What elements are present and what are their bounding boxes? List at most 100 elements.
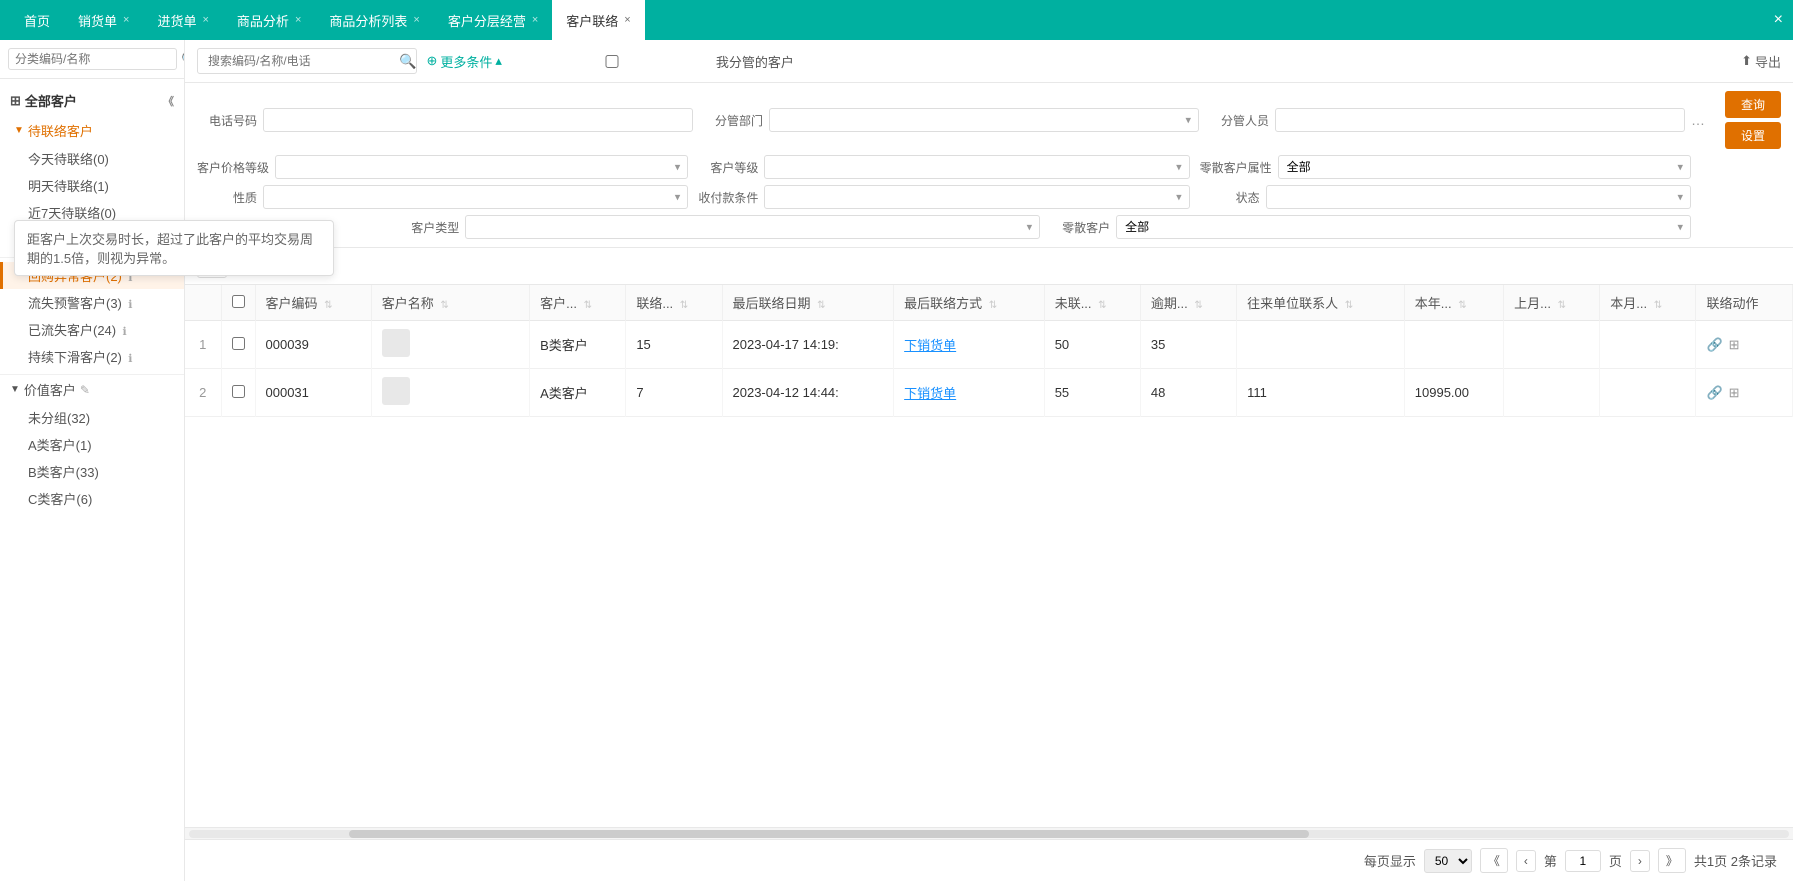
sidebar-contact-group-header[interactable]: ▼ 待联络客户 <box>0 116 184 145</box>
page-size-select[interactable]: 50 <box>1424 849 1472 873</box>
row-1-check[interactable] <box>232 337 245 350</box>
price-grade-select[interactable] <box>275 155 688 179</box>
row-1-grid-icon[interactable]: ⊞ <box>1729 337 1740 353</box>
row-1-link-icon[interactable]: 🔗 <box>1706 337 1722 353</box>
gender-label: 性质 <box>197 189 257 206</box>
sidebar-item-ungrouped[interactable]: 未分组(32) <box>0 404 184 431</box>
sidebar-item-class-c[interactable]: C类客户(6) <box>0 485 184 512</box>
row-2-grid-icon[interactable]: ⊞ <box>1729 385 1740 401</box>
sidebar-item-class-a[interactable]: A类客户(1) <box>0 431 184 458</box>
col-this-year-label: 本年... <box>1415 296 1452 311</box>
customer-type-select[interactable] <box>465 215 1040 239</box>
row-1-overdue: 35 <box>1140 321 1236 369</box>
col-type[interactable]: 客户... ⇅ <box>530 285 626 321</box>
scrollbar-thumb[interactable] <box>349 830 1309 838</box>
sidebar-item-churn-warning[interactable]: 流失预警客户(3) ℹ <box>0 289 184 316</box>
row-2-checkbox[interactable] <box>221 369 255 417</box>
payment-label: 收付款条件 <box>698 189 758 206</box>
settings-button[interactable]: 设置 <box>1725 122 1781 149</box>
sidebar-item-tomorrow[interactable]: 明天待联络(1) <box>0 172 184 199</box>
row-2-last-method[interactable]: 下销货单 <box>894 369 1045 417</box>
edit-icon[interactable]: ✎ <box>80 383 90 397</box>
table-toolbar: ⚙ <box>185 248 1793 285</box>
retail-customer-select[interactable]: 全部 <box>1116 215 1691 239</box>
col-last-date[interactable]: 最后联络日期 ⇅ <box>722 285 894 321</box>
row-2-last-method-link[interactable]: 下销货单 <box>904 386 956 401</box>
col-this-month[interactable]: 本月... ⇅ <box>1600 285 1696 321</box>
close-all-tabs[interactable]: × <box>1774 11 1783 29</box>
nav-customer-contact[interactable]: 客户联络 × <box>552 0 644 40</box>
col-not-contact[interactable]: 未联... ⇅ <box>1044 285 1140 321</box>
search-button[interactable]: 🔍 <box>399 53 416 70</box>
sidebar-value-group-header[interactable]: ▼ 价值客户 ✎ <box>0 374 184 404</box>
col-name[interactable]: 客户名称 ⇅ <box>371 285 529 321</box>
col-overdue[interactable]: 逾期... ⇅ <box>1140 285 1236 321</box>
sidebar-item-declining[interactable]: 持续下滑客户(2) ℹ <box>0 343 184 370</box>
filter-dept: 分管部门 <box>703 108 1199 132</box>
more-filter-button[interactable]: ⊕ 更多条件 ▴ <box>426 52 501 71</box>
select-all-checkbox[interactable] <box>232 295 245 308</box>
last-page-button[interactable]: 》 <box>1658 848 1686 873</box>
sidebar-item-churned[interactable]: 已流失客户(24) ℹ <box>0 316 184 343</box>
scrollbar-track[interactable] <box>189 830 1789 838</box>
row-1-last-month <box>1504 321 1600 369</box>
close-customer-contact-tab[interactable]: × <box>624 14 630 26</box>
query-button[interactable]: 查询 <box>1725 91 1781 118</box>
col-last-month[interactable]: 上月... ⇅ <box>1504 285 1600 321</box>
row-1-type: B类客户 <box>530 321 626 369</box>
col-contact[interactable]: 联络... ⇅ <box>626 285 722 321</box>
nav-purchase[interactable]: 进货单 × <box>143 0 222 40</box>
bottom-scrollbar[interactable] <box>185 827 1793 839</box>
dept-select[interactable] <box>769 108 1199 132</box>
row-2-link-icon[interactable]: 🔗 <box>1706 385 1722 401</box>
my-customer-checkbox[interactable] <box>512 55 712 68</box>
close-purchase-tab[interactable]: × <box>202 14 208 26</box>
row-1-last-method[interactable]: 下销货单 <box>894 321 1045 369</box>
next-page-button[interactable]: › <box>1630 850 1650 872</box>
search-input[interactable] <box>197 48 417 74</box>
customer-grade-select[interactable] <box>764 155 1189 179</box>
row-1-action: 🔗 ⊞ <box>1696 321 1793 369</box>
sort-type-icon: ⇅ <box>584 300 592 311</box>
gender-select[interactable] <box>263 185 688 209</box>
person-ellipsis-button[interactable]: … <box>1691 112 1705 128</box>
sidebar-search-input[interactable] <box>8 48 177 70</box>
col-contact-person[interactable]: 往来单位联系人 ⇅ <box>1237 285 1405 321</box>
data-table[interactable]: 客户编码 ⇅ 客户名称 ⇅ 客户... ⇅ <box>185 285 1793 827</box>
export-button[interactable]: ⬆ 导出 <box>1741 52 1781 71</box>
close-product-analysis-tab[interactable]: × <box>295 14 301 26</box>
sidebar-item-class-b[interactable]: B类客户(33) <box>0 458 184 485</box>
sidebar-all-customers[interactable]: ⊞ 全部客户 《 <box>0 85 184 116</box>
payment-select[interactable] <box>764 185 1189 209</box>
row-2-contact-person: 111 <box>1237 369 1405 417</box>
person-input[interactable] <box>1275 108 1685 132</box>
prev-page-button[interactable]: ‹ <box>1516 850 1536 872</box>
col-last-method[interactable]: 最后联络方式 ⇅ <box>894 285 1045 321</box>
nav-product-list[interactable]: 商品分析列表 × <box>315 0 433 40</box>
row-1-action-icons: 🔗 ⊞ <box>1706 337 1782 353</box>
retail-customer-label: 零散客户 <box>1050 219 1110 236</box>
close-product-list-tab[interactable]: × <box>413 14 419 26</box>
nav-customer-tier[interactable]: 客户分层经营 × <box>434 0 552 40</box>
sidebar-item-today[interactable]: 今天待联络(0) <box>0 145 184 172</box>
row-1-last-method-link[interactable]: 下销货单 <box>904 338 956 353</box>
nav-sales[interactable]: 销货单 × <box>64 0 143 40</box>
first-page-button[interactable]: 《 <box>1480 848 1508 873</box>
close-sales-tab[interactable]: × <box>123 14 129 26</box>
row-1-checkbox[interactable] <box>221 321 255 369</box>
col-code[interactable]: 客户编码 ⇅ <box>255 285 371 321</box>
col-this-year[interactable]: 本年... ⇅ <box>1404 285 1503 321</box>
status-select[interactable] <box>1266 185 1691 209</box>
retail-attr-select[interactable]: 全部 <box>1278 155 1691 179</box>
phone-input[interactable] <box>263 108 693 132</box>
nav-product-analysis[interactable]: 商品分析 × <box>223 0 315 40</box>
nav-home[interactable]: 首页 <box>10 0 64 40</box>
my-customer-checkbox-label[interactable]: 我分管的客户 <box>512 52 794 71</box>
page-input[interactable] <box>1565 850 1601 872</box>
close-customer-tier-tab[interactable]: × <box>532 14 538 26</box>
row-2-check[interactable] <box>232 385 245 398</box>
dept-label: 分管部门 <box>703 112 763 129</box>
filter-retail-customer: 零散客户 全部 <box>1050 215 1691 239</box>
col-this-month-label: 本月... <box>1610 296 1647 311</box>
row-1-name <box>371 321 529 369</box>
